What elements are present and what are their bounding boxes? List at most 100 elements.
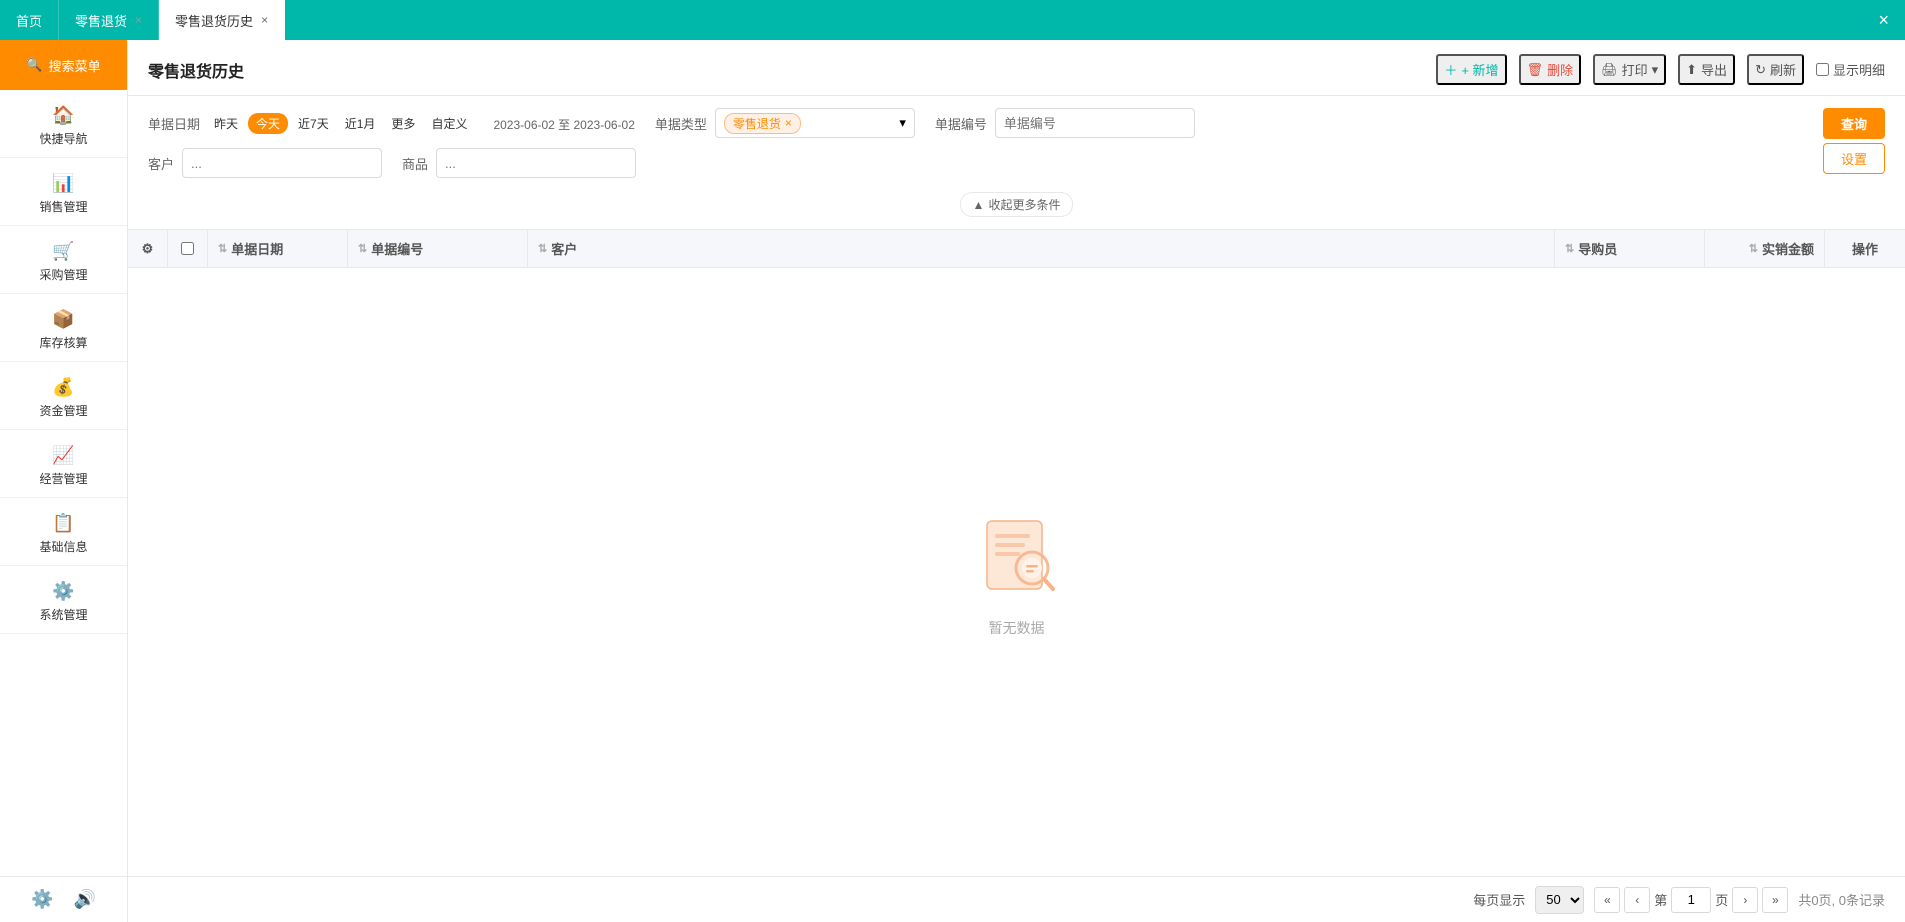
total-info: 共0页, 0条记录 [1798, 890, 1885, 909]
voucher-date-label: 单据日期 [148, 114, 200, 133]
th-docno-label: 单据编号 [371, 239, 423, 258]
sidebar-search[interactable]: 🔍 搜索菜单 [0, 40, 127, 90]
sidebar-item-operation[interactable]: 📈 经营管理 [0, 430, 127, 498]
column-settings-icon[interactable]: ⚙ [142, 241, 154, 257]
nav-label-basic: 基础信息 [39, 538, 87, 555]
nav-label-inventory: 库存核算 [39, 334, 87, 351]
customer-input[interactable] [182, 148, 382, 178]
operation-icon: 📈 [53, 444, 75, 466]
basic-icon: 📋 [53, 512, 75, 534]
filter-goods: 商品 [402, 148, 636, 178]
voucher-no-label: 单据编号 [935, 114, 987, 133]
collapse-up-icon: ▲ [973, 198, 985, 212]
date-options: 昨天 今天 近7天 近1月 更多 自定义 [208, 113, 473, 134]
export-icon: ⬆ [1686, 62, 1697, 78]
th-customer: ⇅ 客户 [528, 230, 1555, 267]
sort-guide-icon[interactable]: ⇅ [1565, 242, 1574, 255]
th-ops-label: 操作 [1852, 239, 1878, 258]
delete-label: 删除 [1547, 60, 1573, 79]
voucher-type-tag-close[interactable]: × [785, 116, 792, 130]
print-label: 打印 [1622, 60, 1648, 79]
delete-button[interactable]: 🗑 删除 [1519, 54, 1582, 85]
nav-label-system: 系统管理 [39, 606, 87, 623]
query-button[interactable]: 查询 [1823, 108, 1885, 139]
sidebar-item-quick-nav[interactable]: 🏠 快捷导航 [0, 90, 127, 158]
sidebar-item-sales[interactable]: 📊 销售管理 [0, 158, 127, 226]
page-header: 零售退货历史 ＋ + 新增 🗑 删除 🖨 打印 ▾ ⬆ 导出 [128, 40, 1905, 96]
tab-return-history-close[interactable]: × [261, 13, 268, 27]
date-opt-today[interactable]: 今天 [248, 113, 288, 134]
sidebar-item-basic[interactable]: 📋 基础信息 [0, 498, 127, 566]
export-label: 导出 [1701, 60, 1727, 79]
show-detail-input[interactable] [1816, 63, 1829, 76]
sort-customer-icon[interactable]: ⇅ [538, 242, 547, 255]
filter-voucher-date: 单据日期 昨天 今天 近7天 近1月 更多 自定义 [148, 113, 473, 134]
sort-amount-icon[interactable]: ⇅ [1749, 242, 1758, 255]
page-number-input[interactable] [1671, 887, 1711, 913]
nav-label-operation: 经营管理 [39, 470, 87, 487]
sidebar-item-system[interactable]: ⚙️ 系统管理 [0, 566, 127, 634]
sort-date-icon[interactable]: ⇅ [218, 242, 227, 255]
customer-label: 客户 [148, 154, 174, 173]
export-button[interactable]: ⬆ 导出 [1678, 54, 1735, 85]
new-button[interactable]: ＋ + 新增 [1436, 54, 1506, 85]
show-detail-checkbox[interactable]: 显示明细 [1816, 60, 1885, 79]
print-button[interactable]: 🖨 打印 ▾ [1593, 54, 1666, 85]
search-icon: 🔍 [26, 57, 42, 73]
show-detail-label: 显示明细 [1833, 60, 1885, 79]
filter-area: 单据日期 昨天 今天 近7天 近1月 更多 自定义 2023-06-02 至 2… [128, 96, 1905, 230]
date-opt-last1m[interactable]: 近1月 [339, 113, 382, 134]
date-opt-custom[interactable]: 自定义 [425, 113, 473, 134]
last-page-button[interactable]: » [1762, 887, 1788, 913]
goods-input[interactable] [436, 148, 636, 178]
collapse-button[interactable]: ▲ 收起更多条件 [960, 192, 1074, 217]
voucher-type-label: 单据类型 [655, 114, 707, 133]
system-icon: ⚙️ [53, 580, 75, 602]
table-header: ⚙ ⇅ 单据日期 ⇅ 单据编号 ⇅ 客户 ⇅ [128, 230, 1905, 268]
voucher-type-select[interactable]: 零售退货 × ▾ [715, 108, 915, 138]
date-opt-yesterday[interactable]: 昨天 [208, 113, 244, 134]
nav-label-purchase: 采购管理 [39, 266, 87, 283]
new-label: + 新增 [1461, 60, 1498, 79]
th-settings[interactable]: ⚙ [128, 230, 168, 267]
th-guide-label: 导购员 [1578, 239, 1617, 258]
th-ops: 操作 [1825, 230, 1905, 267]
empty-text: 暂无数据 [989, 618, 1045, 638]
th-checkbox[interactable] [168, 230, 208, 267]
th-amount: ⇅ 实销金额 [1705, 230, 1825, 267]
filter-row-2: 客户 商品 [148, 148, 1803, 178]
finance-icon: 💰 [53, 376, 75, 398]
select-all-checkbox[interactable] [181, 242, 194, 255]
window-close-button[interactable]: × [1862, 0, 1905, 40]
sidebar-nav: 🏠 快捷导航 📊 销售管理 🛒 采购管理 📦 库存核算 💰 资金管理 📈 [0, 90, 127, 876]
volume-icon[interactable]: 🔊 [74, 889, 96, 910]
delete-icon: 🗑 [1527, 62, 1544, 78]
first-page-button[interactable]: « [1594, 887, 1620, 913]
sidebar-item-inventory[interactable]: 📦 库存核算 [0, 294, 127, 362]
date-opt-last7[interactable]: 近7天 [292, 113, 335, 134]
next-page-button[interactable]: › [1732, 887, 1758, 913]
page-size-select[interactable]: 50 [1535, 886, 1584, 914]
nav-label-sales: 销售管理 [39, 198, 87, 215]
filter-voucher-no: 单据编号 [935, 108, 1195, 138]
sidebar-item-purchase[interactable]: 🛒 采购管理 [0, 226, 127, 294]
date-opt-more[interactable]: 更多 [385, 113, 421, 134]
page-label-before: 第 [1654, 890, 1667, 909]
filter-row-1: 单据日期 昨天 今天 近7天 近1月 更多 自定义 2023-06-02 至 2… [148, 108, 1803, 138]
tab-return-close[interactable]: × [135, 13, 142, 27]
th-date-label: 单据日期 [231, 239, 283, 258]
sort-docno-icon[interactable]: ⇅ [358, 242, 367, 255]
tab-home[interactable]: 首页 [0, 0, 59, 40]
sidebar-item-finance[interactable]: 💰 资金管理 [0, 362, 127, 430]
voucher-no-input[interactable] [995, 108, 1195, 138]
th-amount-label: 实销金额 [1762, 239, 1814, 258]
filter-customer: 客户 [148, 148, 382, 178]
settings-bottom-icon[interactable]: ⚙️ [31, 889, 53, 910]
tab-return-history[interactable]: 零售退货历史 × [159, 0, 285, 40]
settings-button[interactable]: 设置 [1823, 143, 1885, 174]
refresh-button[interactable]: ↻ 刷新 [1747, 54, 1804, 85]
tab-bar: 首页 零售退货 × 零售退货历史 × × [0, 0, 1905, 40]
prev-page-button[interactable]: ‹ [1624, 887, 1650, 913]
tab-return[interactable]: 零售退货 × [59, 0, 159, 40]
print-icon: 🖨 [1601, 62, 1618, 78]
